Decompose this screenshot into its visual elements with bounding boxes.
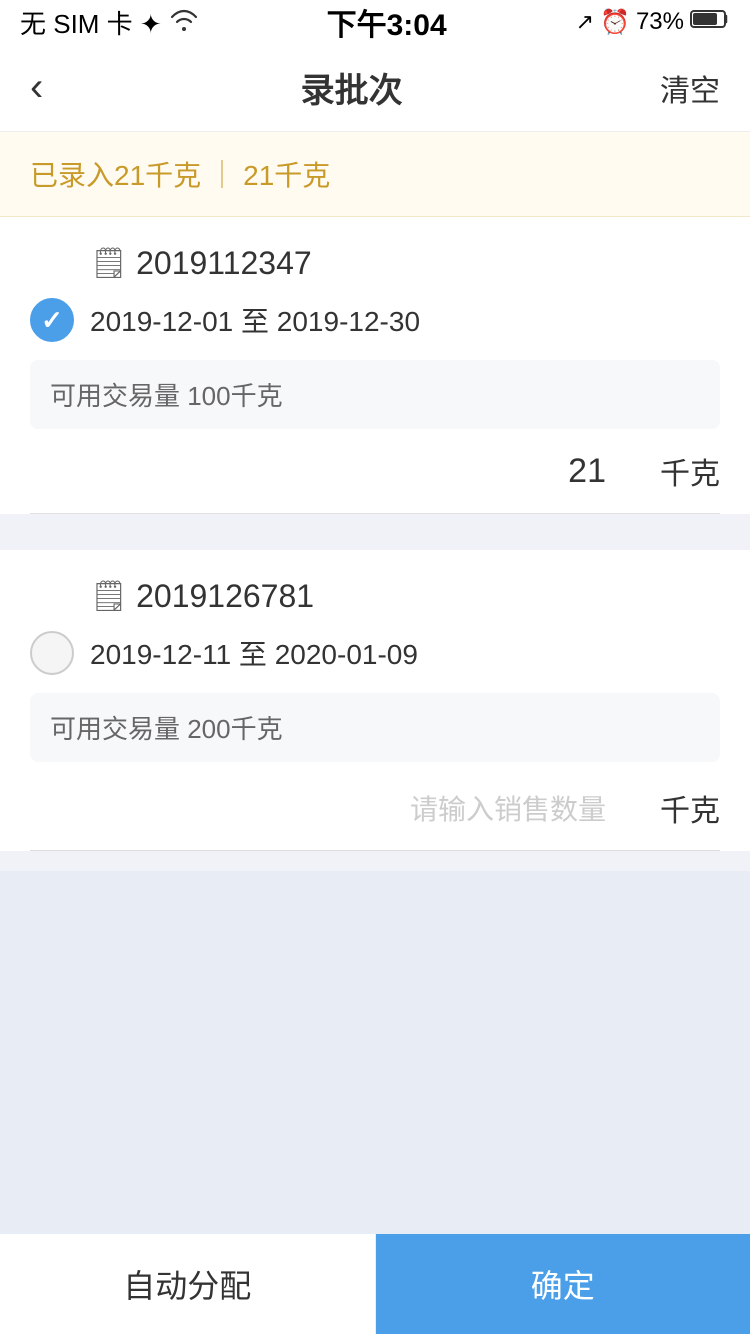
empty-area xyxy=(0,871,750,1291)
status-bar: 无 SIM 卡 ✦ 下午3:04 ↗ ⏰ 73% xyxy=(0,0,750,44)
summary-bar: 已录入21千克 21千克 xyxy=(0,132,750,217)
batch-card-2: 🗒 2019126781 2019-12-11 至 2020-01-09 可用交… xyxy=(0,550,750,851)
batch-date-row-2[interactable]: 2019-12-11 至 2020-01-09 xyxy=(30,631,720,675)
batch-id-row-2: 🗒 2019126781 xyxy=(30,578,720,615)
wifi-icon xyxy=(170,7,198,38)
sim-label: 无 SIM 卡 ✦ xyxy=(20,4,162,41)
page-title: 录批次 xyxy=(301,63,403,112)
quantity-input-placeholder-2[interactable]: 请输入销售数量 xyxy=(30,788,606,828)
auto-assign-button[interactable]: 自动分配 xyxy=(0,1234,376,1334)
quantity-divider-1 xyxy=(30,513,720,514)
radio-button-1[interactable] xyxy=(30,298,74,342)
batch-id-2: 2019126781 xyxy=(136,578,314,615)
input-underline-2 xyxy=(30,850,720,851)
radio-button-2[interactable] xyxy=(30,631,74,675)
bottom-bar: 自动分配 确定 xyxy=(0,1234,750,1334)
clear-button[interactable]: 清空 xyxy=(660,66,720,110)
batch-id-1: 2019112347 xyxy=(136,245,312,282)
battery-icon xyxy=(690,8,730,37)
batch-date-1: 2019-12-01 至 2019-12-30 xyxy=(90,300,420,340)
summary-divider xyxy=(221,160,223,188)
status-left: 无 SIM 卡 ✦ xyxy=(20,4,198,41)
quantity-input-unit-2: 千克 xyxy=(660,786,720,830)
battery-label: 73% xyxy=(636,8,684,36)
status-right: ↗ ⏰ 73% xyxy=(576,8,730,37)
summary-value: 21千克 xyxy=(243,154,330,194)
batch-id-row-1: 🗒 2019112347 xyxy=(30,245,720,282)
summary-recorded-label: 已录入21千克 xyxy=(30,154,201,194)
batch-date-2: 2019-12-11 至 2020-01-09 xyxy=(90,633,418,673)
batch-doc-icon-2: 🗒 xyxy=(90,579,128,614)
batch-doc-icon-1: 🗒 xyxy=(90,246,128,281)
nav-bar: ‹ 录批次 清空 xyxy=(0,44,750,132)
batch-card-1: 🗒 2019112347 2019-12-01 至 2019-12-30 可用交… xyxy=(0,217,750,514)
status-time: 下午3:04 xyxy=(327,0,447,44)
section-divider xyxy=(0,534,750,550)
input-row-2: 请输入销售数量 千克 xyxy=(0,762,750,850)
quantity-row-1: 21 千克 xyxy=(0,429,750,513)
confirm-button[interactable]: 确定 xyxy=(376,1234,750,1334)
quantity-unit-1: 千克 xyxy=(660,449,720,493)
location-icon: ↗ xyxy=(576,9,594,35)
alarm-icon: ⏰ xyxy=(600,8,630,37)
batch-date-row-1[interactable]: 2019-12-01 至 2019-12-30 xyxy=(30,298,720,342)
quantity-value-1[interactable]: 21 xyxy=(526,452,606,491)
batch-available-1: 可用交易量 100千克 xyxy=(30,360,720,429)
back-button[interactable]: ‹ xyxy=(30,65,43,110)
batch-available-2: 可用交易量 200千克 xyxy=(30,693,720,762)
